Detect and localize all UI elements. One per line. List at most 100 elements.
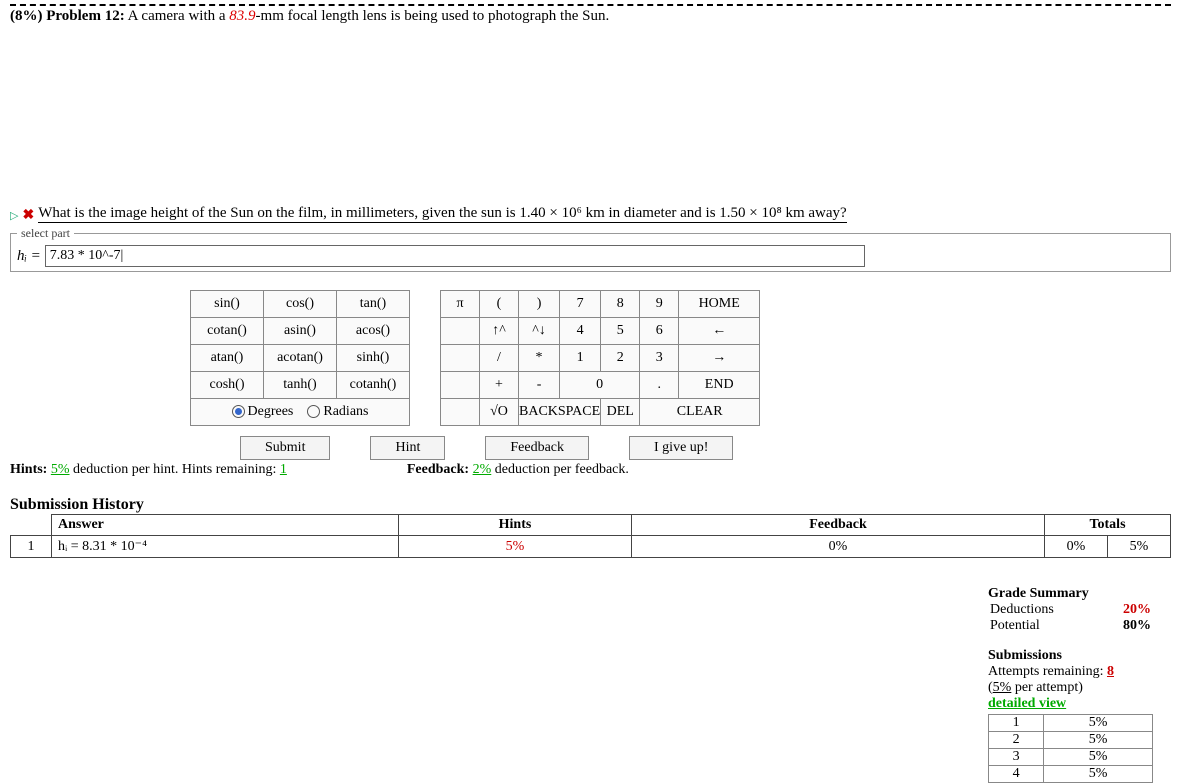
question-text: What is the image height of the Sun on t… bbox=[38, 205, 847, 223]
key-cosh[interactable]: cosh() bbox=[191, 372, 264, 399]
select-part-legend: select part bbox=[17, 226, 74, 241]
key-acos[interactable]: acos() bbox=[337, 318, 410, 345]
key-end[interactable]: END bbox=[679, 372, 760, 399]
feedback-button[interactable]: Feedback bbox=[485, 436, 589, 460]
key-cos[interactable]: cos() bbox=[264, 291, 337, 318]
sub-row-1-n: 1 bbox=[989, 715, 1044, 732]
key-plus[interactable]: + bbox=[480, 372, 519, 399]
hist-hints: 5% bbox=[399, 536, 632, 558]
submit-button[interactable]: Submit bbox=[240, 436, 330, 460]
key-asin[interactable]: asin() bbox=[264, 318, 337, 345]
key-7[interactable]: 7 bbox=[560, 291, 601, 318]
angle-mode-row: Degrees Radians bbox=[191, 399, 410, 426]
expand-icon[interactable]: ▷ bbox=[10, 209, 18, 222]
history-row: 1 hᵢ = 8.31 * 10⁻⁴ 5% 0% 0% 5% bbox=[11, 536, 1171, 558]
sub-row-2-v: 5% bbox=[1044, 732, 1153, 749]
key-sin[interactable]: sin() bbox=[191, 291, 264, 318]
select-part-fieldset: select part hᵢ = bbox=[10, 226, 1171, 272]
sub-row-1-v: 5% bbox=[1044, 715, 1153, 732]
hist-t1: 0% bbox=[1045, 536, 1108, 558]
key-6[interactable]: 6 bbox=[640, 318, 679, 345]
sub-row-2-n: 2 bbox=[989, 732, 1044, 749]
grade-panel: Grade Summary Deductions20% Potential80%… bbox=[988, 586, 1153, 783]
sub-row-4-v: 5% bbox=[1044, 766, 1153, 783]
key-atan[interactable]: atan() bbox=[191, 345, 264, 372]
key-blank4 bbox=[441, 399, 480, 426]
history-title: Submission History bbox=[10, 496, 1171, 514]
col-answer: Answer bbox=[52, 515, 399, 536]
problem-weight: (8%) bbox=[10, 8, 43, 24]
key-cotan[interactable]: cotan() bbox=[191, 318, 264, 345]
radio-degrees[interactable]: Degrees bbox=[232, 404, 294, 419]
key-5[interactable]: 5 bbox=[601, 318, 640, 345]
key-up[interactable]: ↑^ bbox=[480, 318, 519, 345]
radio-radians[interactable]: Radians bbox=[307, 404, 368, 419]
detailed-view-link[interactable]: detailed view bbox=[988, 696, 1066, 711]
hint-button[interactable]: Hint bbox=[370, 436, 445, 460]
submissions-title: Submissions bbox=[988, 648, 1153, 664]
deductions-label: Deductions bbox=[988, 602, 1100, 618]
key-2[interactable]: 2 bbox=[601, 345, 640, 372]
key-acotan[interactable]: acotan() bbox=[264, 345, 337, 372]
hints-info: Hints: 5% deduction per hint. Hints rema… bbox=[10, 462, 287, 478]
key-9[interactable]: 9 bbox=[640, 291, 679, 318]
key-blank bbox=[441, 318, 480, 345]
problem-text-a: A camera with a bbox=[128, 8, 230, 24]
sub-row-4-n: 4 bbox=[989, 766, 1044, 783]
submission-history: Submission History Answer Hints Feedback… bbox=[10, 496, 1171, 558]
per-attempt: (5% per attempt) bbox=[988, 680, 1153, 696]
answer-input-row: hᵢ = bbox=[17, 245, 865, 267]
sub-row-3-v: 5% bbox=[1044, 749, 1153, 766]
hist-answer: hᵢ = 8.31 * 10⁻⁴ bbox=[52, 536, 399, 558]
giveup-button[interactable]: I give up! bbox=[629, 436, 733, 460]
hist-n: 1 bbox=[11, 536, 52, 558]
calculator-area: sin()cos()tan() cotan()asin()acos() atan… bbox=[190, 290, 1171, 426]
numeric-keypad: π ( ) 7 8 9 HOME ↑^ ^↓ 4 5 6 ← / * bbox=[440, 290, 760, 426]
key-3[interactable]: 3 bbox=[640, 345, 679, 372]
key-tanh[interactable]: tanh() bbox=[264, 372, 337, 399]
key-sqrt[interactable]: √O bbox=[480, 399, 519, 426]
key-tan[interactable]: tan() bbox=[337, 291, 410, 318]
key-home[interactable]: HOME bbox=[679, 291, 760, 318]
key-8[interactable]: 8 bbox=[601, 291, 640, 318]
key-cotanh[interactable]: cotanh() bbox=[337, 372, 410, 399]
question-row: ▷ ✖ What is the image height of the Sun … bbox=[10, 205, 1171, 224]
key-clear[interactable]: CLEAR bbox=[640, 399, 760, 426]
key-dot[interactable]: . bbox=[640, 372, 679, 399]
key-mul[interactable]: * bbox=[519, 345, 560, 372]
wrong-icon: ✖ bbox=[22, 207, 34, 224]
key-minus[interactable]: - bbox=[519, 372, 560, 399]
potential-value: 80% bbox=[1100, 618, 1153, 634]
key-right[interactable]: → bbox=[679, 345, 760, 372]
key-del[interactable]: DEL bbox=[601, 399, 640, 426]
problem-header: (8%) Problem 12: A camera with a 83.9-mm… bbox=[10, 4, 1171, 25]
key-left[interactable]: ← bbox=[679, 318, 760, 345]
sub-row-3-n: 3 bbox=[989, 749, 1044, 766]
hist-t2: 5% bbox=[1108, 536, 1171, 558]
key-down[interactable]: ^↓ bbox=[519, 318, 560, 345]
key-sinh[interactable]: sinh() bbox=[337, 345, 410, 372]
attempts-remaining: Attempts remaining: 8 bbox=[988, 664, 1153, 680]
key-blank3 bbox=[441, 372, 480, 399]
key-4[interactable]: 4 bbox=[560, 318, 601, 345]
answer-field[interactable] bbox=[45, 245, 865, 267]
potential-label: Potential bbox=[988, 618, 1100, 634]
key-backspace[interactable]: BACKSPACE bbox=[519, 399, 601, 426]
key-rparen[interactable]: ) bbox=[519, 291, 560, 318]
key-blank2 bbox=[441, 345, 480, 372]
trig-keypad: sin()cos()tan() cotan()asin()acos() atan… bbox=[190, 290, 410, 426]
key-div[interactable]: / bbox=[480, 345, 519, 372]
problem-text-b: -mm focal length lens is being used to p… bbox=[256, 8, 610, 24]
key-1[interactable]: 1 bbox=[560, 345, 601, 372]
key-pi[interactable]: π bbox=[441, 291, 480, 318]
col-feedback: Feedback bbox=[632, 515, 1045, 536]
key-lparen[interactable]: ( bbox=[480, 291, 519, 318]
col-hints: Hints bbox=[399, 515, 632, 536]
action-buttons: Submit Hint Feedback I give up! bbox=[240, 436, 1171, 460]
feedback-info: Feedback: 2% deduction per feedback. bbox=[407, 462, 629, 478]
grade-summary-title: Grade Summary bbox=[988, 586, 1153, 602]
deductions-value: 20% bbox=[1100, 602, 1153, 618]
key-0[interactable]: 0 bbox=[560, 372, 640, 399]
problem-label: Problem 12: bbox=[46, 8, 124, 24]
hist-feedback: 0% bbox=[632, 536, 1045, 558]
